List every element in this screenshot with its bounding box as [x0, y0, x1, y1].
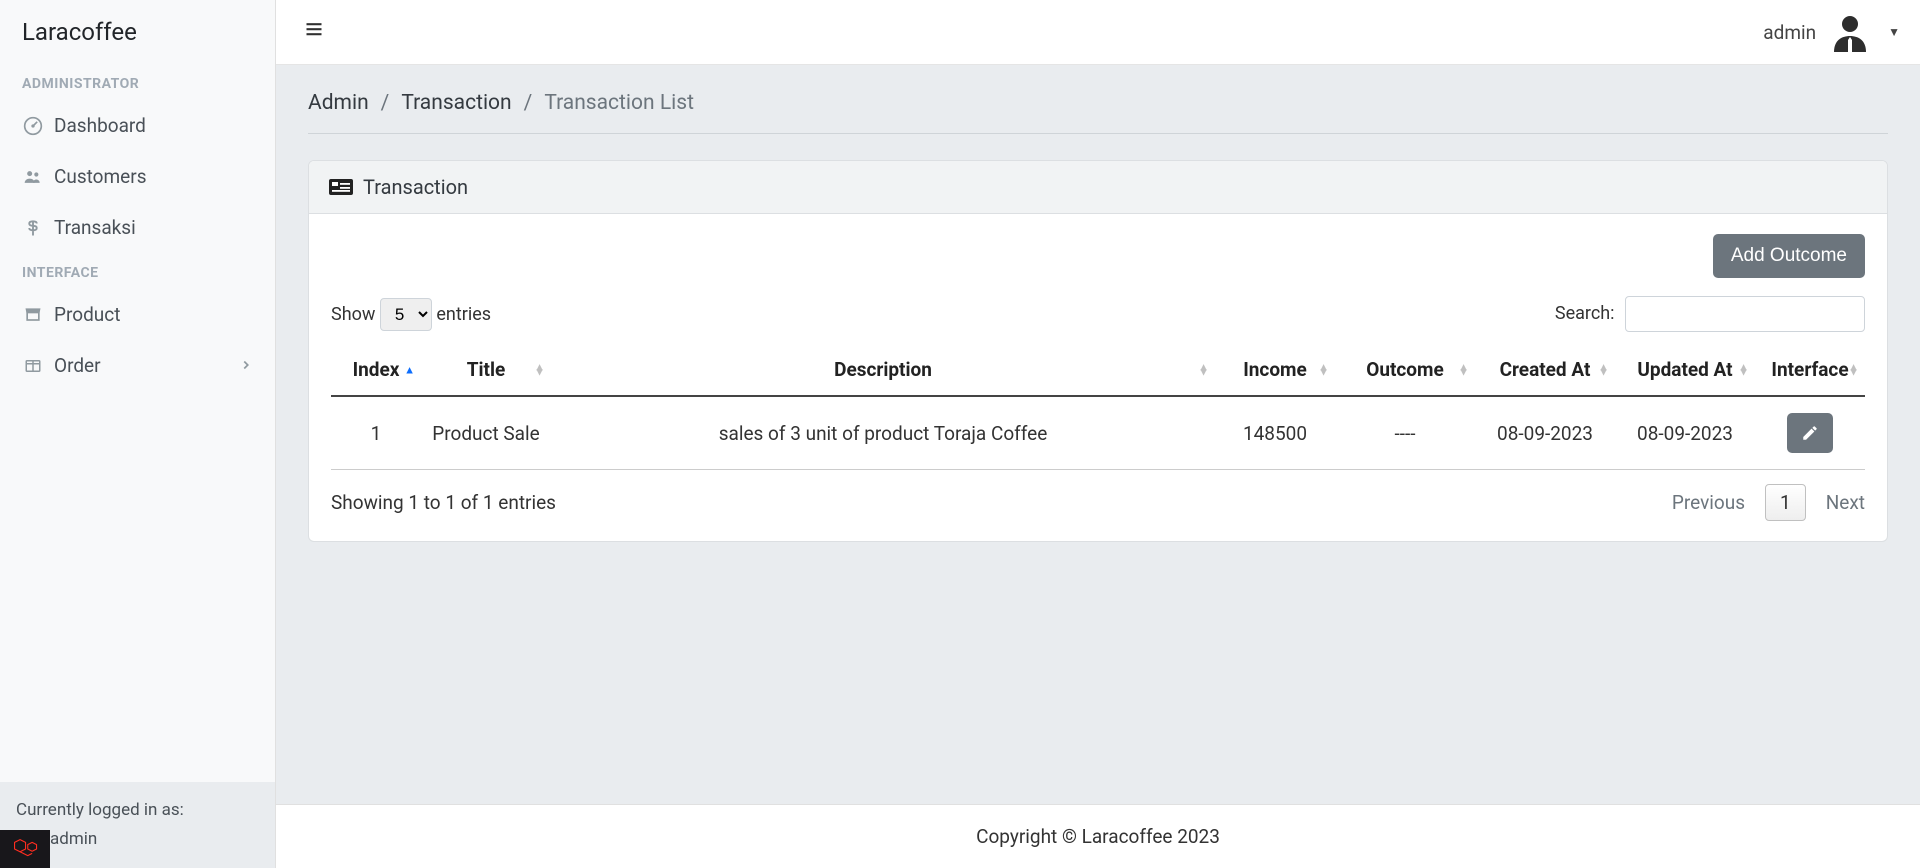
- brand-title[interactable]: Laracoffee: [0, 0, 275, 64]
- col-income[interactable]: Income▲▼: [1215, 344, 1335, 396]
- sidebar-item-label: Customers: [54, 165, 147, 188]
- entries-label: entries: [436, 304, 491, 325]
- show-label: Show: [331, 304, 375, 325]
- search-label: Search:: [1555, 303, 1615, 324]
- sort-icon: ▲▼: [1458, 364, 1469, 375]
- sidebar-item-label: Order: [54, 354, 101, 377]
- cell-outcome: ----: [1335, 396, 1475, 470]
- card-body: Add Outcome Show 5 entries Search:: [309, 214, 1887, 541]
- table-controls: Show 5 entries Search:: [331, 296, 1865, 332]
- cell-title: Product Sale: [421, 396, 551, 470]
- sidebar-item-label: Transaksi: [54, 216, 136, 239]
- laravel-badge[interactable]: [0, 830, 50, 868]
- sidebar: Laracoffee ADMINISTRATOR Dashboard Custo…: [0, 0, 276, 868]
- user-name: admin: [1763, 21, 1816, 44]
- breadcrumb: Admin / Transaction / Transaction List: [308, 91, 1888, 134]
- money-check-icon: [329, 179, 353, 195]
- logged-in-label: Currently logged in as:: [16, 796, 259, 825]
- sidebar-item-order[interactable]: Order: [0, 340, 275, 391]
- transaction-card: Transaction Add Outcome Show 5 entries: [308, 160, 1888, 542]
- col-description[interactable]: Description▲▼: [551, 344, 1215, 396]
- laravel-icon: [11, 838, 39, 860]
- nav-section-interface: INTERFACE: [0, 253, 275, 289]
- table-row: 1 Product Sale sales of 3 unit of produc…: [331, 396, 1865, 470]
- pagination-prev[interactable]: Previous: [1672, 491, 1745, 514]
- pagination: Previous 1 Next: [1672, 484, 1865, 521]
- col-interface[interactable]: Interface▲▼: [1755, 344, 1865, 396]
- add-outcome-button[interactable]: Add Outcome: [1713, 234, 1865, 278]
- sort-icon: ▲: [404, 367, 415, 373]
- logged-in-user: admin: [16, 825, 259, 854]
- table-info: Showing 1 to 1 of 1 entries: [331, 491, 556, 514]
- cell-created-at: 08-09-2023: [1475, 396, 1615, 470]
- pagination-next[interactable]: Next: [1826, 491, 1865, 514]
- col-outcome[interactable]: Outcome▲▼: [1335, 344, 1475, 396]
- sidebar-footer: Currently logged in as: admin: [0, 782, 275, 868]
- sort-icon: ▲▼: [1848, 364, 1859, 375]
- card-header: Transaction: [309, 161, 1887, 214]
- sidebar-item-customers[interactable]: Customers: [0, 151, 275, 202]
- breadcrumb-root[interactable]: Admin: [308, 91, 369, 115]
- sidebar-item-product[interactable]: Product: [0, 289, 275, 340]
- breadcrumb-sep: /: [524, 91, 533, 115]
- breadcrumb-leaf: Transaction List: [544, 91, 694, 115]
- footer: Copyright © Laracoffee 2023: [276, 804, 1920, 868]
- avatar: [1830, 12, 1870, 52]
- caret-down-icon: ▼: [1888, 25, 1900, 39]
- columns-icon: [22, 355, 44, 377]
- pencil-icon: [1801, 424, 1819, 442]
- cell-interface: [1755, 396, 1865, 470]
- content: Admin / Transaction / Transaction List T…: [276, 65, 1920, 804]
- main-area: admin ▼ Admin / Transaction / Transactio…: [276, 0, 1920, 868]
- search-control: Search:: [1555, 296, 1865, 332]
- sort-icon: ▲▼: [1738, 364, 1749, 375]
- dollar-icon: [22, 217, 44, 239]
- tachometer-icon: [22, 115, 44, 137]
- sidebar-item-label: Product: [54, 303, 120, 326]
- sort-icon: ▲▼: [1598, 364, 1609, 375]
- sort-icon: ▲▼: [1318, 364, 1329, 375]
- cell-updated-at: 08-09-2023: [1615, 396, 1755, 470]
- store-icon: [22, 304, 44, 326]
- cell-description: sales of 3 unit of product Toraja Coffee: [551, 396, 1215, 470]
- length-control: Show 5 entries: [331, 298, 491, 331]
- cell-index: 1: [331, 396, 421, 470]
- breadcrumb-sep: /: [381, 91, 390, 115]
- edit-button[interactable]: [1787, 413, 1833, 453]
- col-created-at[interactable]: Created At▲▼: [1475, 344, 1615, 396]
- transaction-table: Index ▲ Title▲▼ Description▲▼ Income▲▼ O…: [331, 344, 1865, 470]
- pagination-page-1[interactable]: 1: [1765, 484, 1806, 521]
- user-menu[interactable]: admin ▼: [1763, 12, 1900, 52]
- sidebar-item-label: Dashboard: [54, 114, 146, 137]
- col-index[interactable]: Index ▲: [331, 344, 421, 396]
- card-title: Transaction: [363, 175, 468, 199]
- search-input[interactable]: [1625, 296, 1865, 332]
- breadcrumb-mid[interactable]: Transaction: [401, 91, 511, 115]
- col-title[interactable]: Title▲▼: [421, 344, 551, 396]
- menu-toggle-icon[interactable]: [296, 15, 332, 49]
- topbar: admin ▼: [276, 0, 1920, 65]
- page-size-select[interactable]: 5: [380, 298, 432, 331]
- users-icon: [22, 166, 44, 188]
- chevron-right-icon: [239, 354, 253, 377]
- table-footer: Showing 1 to 1 of 1 entries Previous 1 N…: [331, 484, 1865, 521]
- sort-icon: ▲▼: [1198, 364, 1209, 375]
- sidebar-item-dashboard[interactable]: Dashboard: [0, 100, 275, 151]
- nav-section-administrator: ADMINISTRATOR: [0, 64, 275, 100]
- col-updated-at[interactable]: Updated At▲▼: [1615, 344, 1755, 396]
- sidebar-item-transaksi[interactable]: Transaksi: [0, 202, 275, 253]
- sort-icon: ▲▼: [534, 364, 545, 375]
- cell-income: 148500: [1215, 396, 1335, 470]
